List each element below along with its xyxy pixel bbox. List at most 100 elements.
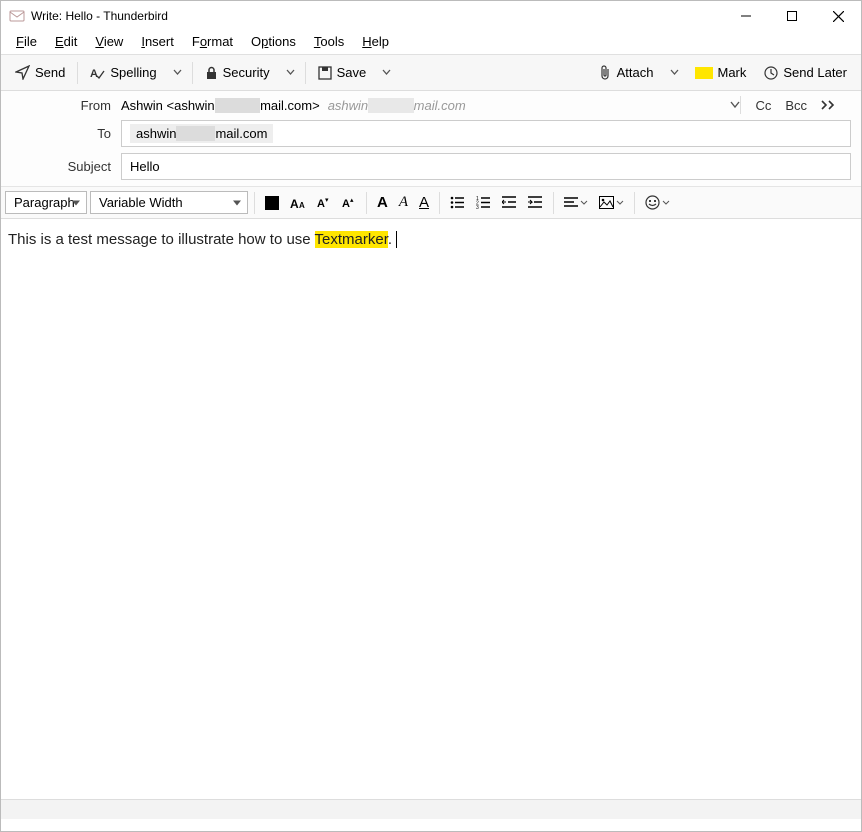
minimize-button[interactable] — [723, 1, 769, 31]
cc-button[interactable]: Cc — [755, 98, 771, 113]
menu-help[interactable]: Help — [353, 31, 398, 54]
spellcheck-icon: A — [90, 65, 105, 80]
status-bar — [1, 799, 861, 819]
menubar: File Edit View Insert Format Options Too… — [1, 31, 861, 55]
message-body[interactable]: This is a test message to illustrate how… — [1, 219, 861, 799]
expand-icon[interactable] — [821, 99, 839, 111]
separator — [77, 62, 78, 84]
bold-button[interactable]: A — [373, 191, 392, 214]
highlighted-text: Textmarker — [315, 231, 388, 248]
font-size-icon: AA — [290, 196, 306, 210]
send-later-button[interactable]: Send Later — [756, 60, 855, 85]
subject-row: Subject Hello — [11, 153, 851, 180]
security-button[interactable]: Security — [197, 60, 278, 85]
chevron-down-icon — [286, 68, 295, 77]
svg-text:3: 3 — [476, 205, 479, 209]
image-icon — [599, 196, 614, 209]
font-family-select[interactable]: Variable Width — [90, 191, 248, 214]
align-icon — [564, 197, 578, 209]
highlight-swatch-icon — [695, 67, 713, 79]
maximize-button[interactable] — [769, 1, 815, 31]
spelling-button[interactable]: A Spelling — [82, 60, 164, 85]
font-larger-button[interactable]: A▴ — [338, 193, 360, 213]
indent-button[interactable] — [524, 193, 547, 212]
svg-text:A: A — [290, 197, 299, 210]
underline-button[interactable]: A — [415, 191, 433, 214]
number-list-button[interactable]: 123 — [472, 193, 495, 212]
chevron-down-icon[interactable] — [730, 100, 740, 110]
outdent-button[interactable] — [498, 193, 521, 212]
spelling-dropdown[interactable] — [167, 63, 188, 82]
clock-icon — [764, 66, 778, 80]
bullet-list-icon — [450, 196, 465, 209]
attach-button[interactable]: Attach — [590, 60, 662, 86]
send-icon — [15, 65, 30, 80]
svg-text:▴: ▴ — [350, 197, 354, 204]
indent-icon — [528, 196, 543, 209]
svg-text:A: A — [317, 198, 325, 210]
attach-dropdown[interactable] — [664, 63, 685, 82]
close-button[interactable] — [815, 1, 861, 31]
paperclip-icon — [598, 65, 612, 81]
from-value[interactable]: Ashwin <ashwinxxxxxxxmail.com> ashwinxxx… — [121, 98, 740, 113]
security-dropdown[interactable] — [280, 63, 301, 82]
underline-icon: A — [419, 194, 429, 211]
paragraph-style-select[interactable]: Paragraph — [5, 191, 87, 214]
italic-icon: A — [399, 194, 408, 211]
align-button[interactable] — [560, 194, 592, 212]
insert-image-button[interactable] — [595, 193, 628, 212]
italic-button[interactable]: A — [395, 191, 412, 214]
menu-format[interactable]: Format — [183, 31, 242, 54]
chevron-down-icon — [670, 68, 679, 77]
lock-icon — [205, 66, 218, 80]
save-dropdown[interactable] — [376, 63, 397, 82]
smiley-icon — [645, 195, 660, 210]
bcc-button[interactable]: Bcc — [785, 98, 807, 113]
to-field[interactable]: ashwinxxxxxxmail.com — [121, 120, 851, 147]
text-cursor — [392, 231, 397, 248]
send-button[interactable]: Send — [7, 60, 73, 85]
emoji-button[interactable] — [641, 192, 674, 213]
window-title: Write: Hello - Thunderbird — [31, 9, 723, 23]
outdent-icon — [502, 196, 517, 209]
titlebar: Write: Hello - Thunderbird — [1, 1, 861, 31]
bullet-list-button[interactable] — [446, 193, 469, 212]
subject-field[interactable]: Hello — [121, 153, 851, 180]
from-row: From Ashwin <ashwinxxxxxxxmail.com> ashw… — [11, 96, 851, 114]
recipient-type-buttons: Cc Bcc — [740, 96, 851, 114]
font-smaller-button[interactable]: A▾ — [313, 193, 335, 213]
to-row: To ashwinxxxxxxmail.com — [11, 120, 851, 147]
font-size-reset-button[interactable]: AA — [286, 193, 310, 213]
menu-file[interactable]: File — [7, 31, 46, 54]
save-icon — [318, 66, 332, 80]
address-block: From Ashwin <ashwinxxxxxxxmail.com> ashw… — [1, 91, 861, 187]
format-toolbar: Paragraph Variable Width AA A▾ A▴ A A A … — [1, 187, 861, 219]
toolbar: Send A Spelling Security Save Attach Mar… — [1, 55, 861, 91]
chevron-down-icon — [173, 68, 182, 77]
svg-text:▾: ▾ — [325, 197, 329, 204]
window-controls — [723, 1, 861, 31]
to-label: To — [11, 126, 121, 141]
text-color-button[interactable] — [265, 196, 279, 210]
app-icon — [9, 8, 25, 24]
font-smaller-icon: A▾ — [317, 196, 331, 210]
from-label: From — [11, 98, 121, 113]
menu-options[interactable]: Options — [242, 31, 305, 54]
chevron-down-icon — [662, 199, 670, 207]
menu-edit[interactable]: Edit — [46, 31, 86, 54]
save-button[interactable]: Save — [310, 60, 375, 85]
mark-button[interactable]: Mark — [687, 60, 755, 85]
separator — [192, 62, 193, 84]
number-list-icon: 123 — [476, 196, 491, 209]
menu-view[interactable]: View — [86, 31, 132, 54]
body-text: This is a test message to illustrate how… — [8, 231, 315, 248]
chevron-down-icon — [616, 199, 624, 207]
chevron-down-icon — [580, 199, 588, 207]
separator — [305, 62, 306, 84]
subject-label: Subject — [11, 159, 121, 174]
menu-insert[interactable]: Insert — [132, 31, 183, 54]
svg-text:A: A — [342, 198, 350, 210]
font-larger-icon: A▴ — [342, 196, 356, 210]
menu-tools[interactable]: Tools — [305, 31, 353, 54]
bold-icon: A — [377, 194, 388, 211]
